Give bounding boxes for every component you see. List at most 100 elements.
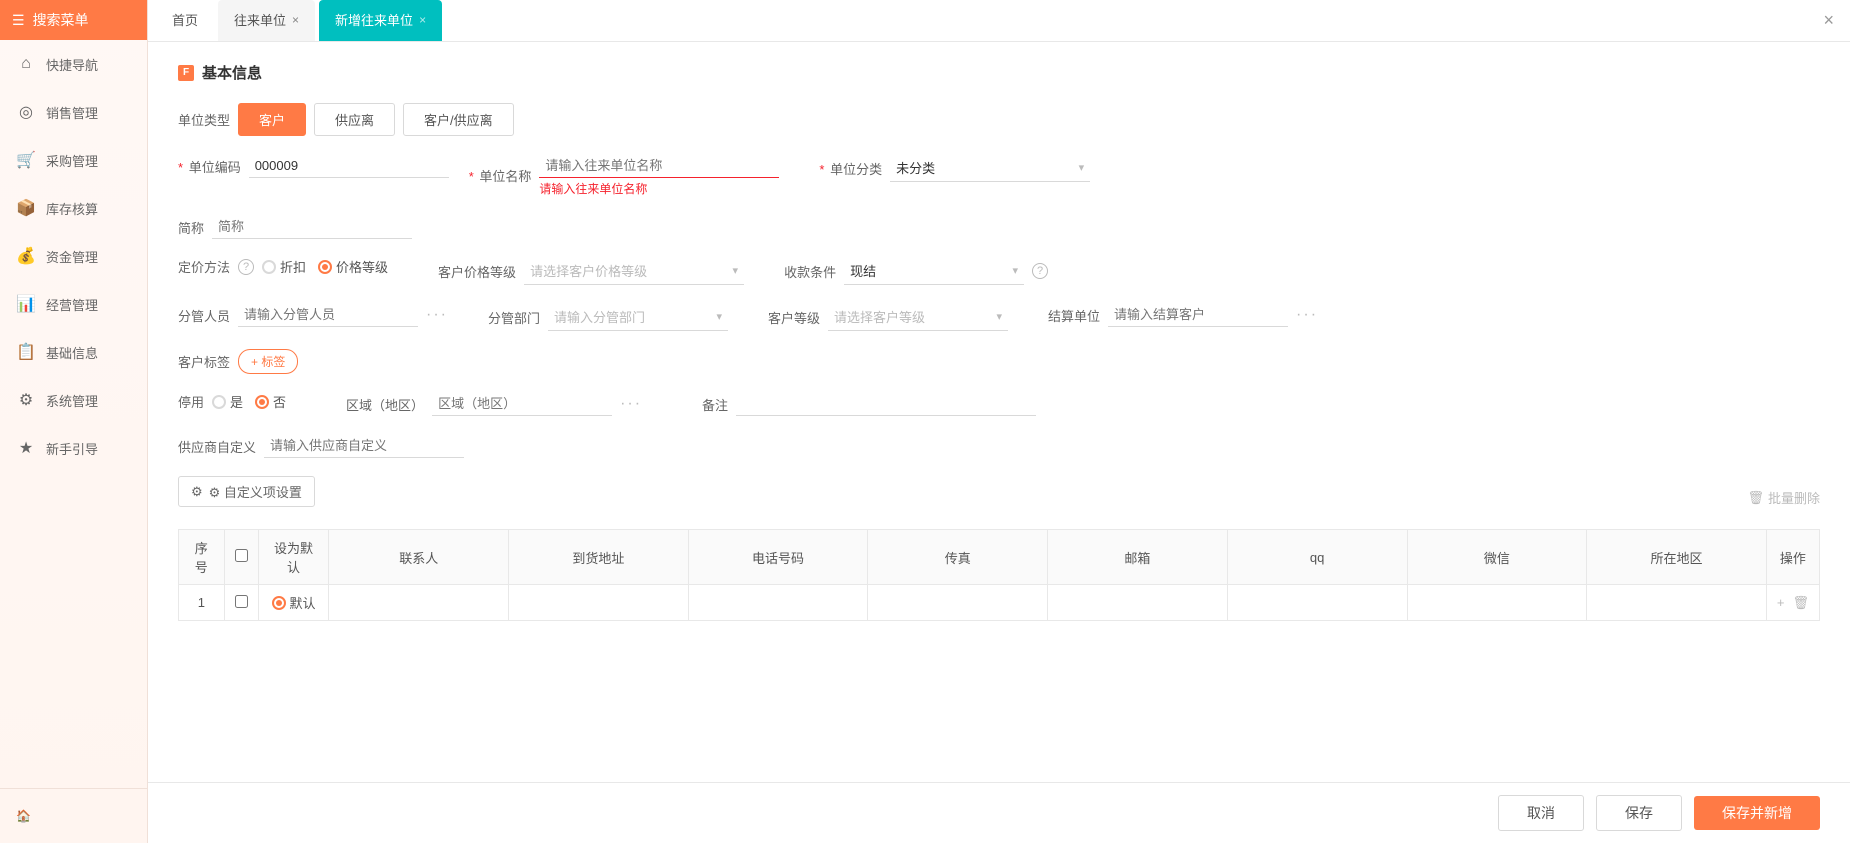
region-dots[interactable]: ··· [620,395,642,413]
settlement-unit-input[interactable] [1108,303,1288,327]
sidebar: ☰ 搜索菜单 ⌂ 快捷导航 ◎ 销售管理 🛒 采购管理 📦 库存核算 💰 资金管… [0,0,148,843]
batch-delete-button[interactable]: 🗑 批量删除 [1747,488,1820,507]
sidebar-item-finance[interactable]: 💰 资金管理 [0,232,147,280]
sidebar-item-inventory[interactable]: 📦 库存核算 [0,184,147,232]
supplier-custom-input[interactable] [264,434,464,458]
customer-tag-label: 客户标签 [178,352,230,371]
unit-code-input[interactable] [249,154,449,178]
payment-terms-help[interactable]: ? [1032,263,1048,279]
pricing-level-radio[interactable]: 价格等级 [318,257,388,276]
sidebar-item-label: 库存核算 [46,199,98,218]
search-menu[interactable]: ☰ 搜索菜单 [0,0,147,40]
col-wechat: 微信 [1407,530,1587,585]
disabled-field: 停用 是 否 [178,392,286,411]
address-input[interactable] [519,595,678,610]
select-all-checkbox[interactable] [235,549,248,562]
sidebar-item-sys-mgmt[interactable]: ⚙ 系统管理 [0,376,147,424]
region-field: 区域（地区） ··· [346,392,642,416]
sidebar-item-quick-nav[interactable]: ⌂ 快捷导航 [0,40,147,88]
sidebar-bottom-item-1[interactable]: 🏠 [0,799,147,833]
disabled-yes-radio[interactable]: 是 [212,392,243,411]
col-default: 设为默认 [258,530,329,585]
unit-code-field: * 单位编码 [178,154,449,178]
sidebar-item-purchase-mgmt[interactable]: 🛒 采购管理 [0,136,147,184]
purchase-icon: 🛒 [16,150,36,170]
short-name-input[interactable] [212,215,412,239]
save-new-button[interactable]: 保存并新增 [1694,796,1820,830]
settlement-unit-label: 结算单位 [1048,306,1100,325]
sidebar-item-new-guide[interactable]: ★ 新手引导 [0,424,147,472]
close-new-partner-tab[interactable]: × [419,13,426,27]
custom-settings-button[interactable]: ⚙ ⚙ 自定义项设置 [178,476,315,507]
customer-price-level-select[interactable]: 请选择客户价格等级 ▾ [524,257,744,285]
settlement-unit-field: 结算单位 ··· [1048,303,1318,327]
sidebar-item-label: 资金管理 [46,247,98,266]
pricing-discount-radio[interactable]: 折扣 [262,257,306,276]
row-checkbox[interactable] [235,595,248,608]
col-contact: 联系人 [329,530,509,585]
department-select[interactable]: 请输入分管部门 ▾ [548,303,728,331]
footer: 取消 保存 保存并新增 [148,782,1850,843]
row-actions: + 🗑 [1777,595,1809,611]
payment-terms-select[interactable]: 现结 ▾ [844,257,1024,285]
sidebar-bottom: 🏠 [0,788,147,843]
phone-input[interactable] [699,595,858,610]
content-area: F 基本信息 单位类型 客户 供应离 客户/供应离 * 单位编码 * [148,42,1850,782]
short-name-label: 简称 [178,218,204,237]
close-partners-tab[interactable]: × [292,13,299,27]
table-region-input[interactable] [1597,595,1756,610]
col-checkbox [224,530,258,585]
disabled-no-radio[interactable]: 否 [255,392,286,411]
customer-price-level-arrow: ▾ [733,264,739,277]
sys-icon: ⚙ [16,390,36,410]
pricing-method-label: 定价方法 [178,257,230,276]
sidebar-item-sales-mgmt[interactable]: ◎ 销售管理 [0,88,147,136]
cell-action: + 🗑 [1766,585,1819,621]
unit-type-label: 单位类型 [178,110,230,129]
col-email: 邮箱 [1048,530,1228,585]
customer-level-select[interactable]: 请选择客户等级 ▾ [828,303,1008,331]
form-row-7: 供应商自定义 [178,434,1820,458]
tab-home[interactable]: 首页 [156,0,214,41]
section-title: 基本信息 [202,62,262,83]
cancel-button[interactable]: 取消 [1498,795,1584,831]
tabbar-close-btn[interactable]: × [1815,0,1842,41]
manager-input[interactable] [238,303,418,327]
pricing-method-help[interactable]: ? [238,259,254,275]
email-input[interactable] [1058,595,1217,610]
tab-new-partner[interactable]: 新增往来单位 × [319,0,442,41]
settlement-unit-dots[interactable]: ··· [1296,306,1318,324]
unit-category-select[interactable]: 未分类 ▾ [890,154,1090,182]
home-icon: 🏠 [16,809,31,823]
unit-name-input[interactable] [539,154,779,178]
unit-btn-both[interactable]: 客户/供应离 [403,103,514,136]
add-tag-button[interactable]: + 标签 [238,349,298,374]
contact-input[interactable] [339,595,498,610]
delete-row-icon[interactable]: 🗑 [1792,595,1809,611]
supplier-custom-field: 供应商自定义 [178,434,464,458]
unit-name-label: * 单位名称 [469,166,532,185]
cell-wechat [1407,585,1587,621]
finance-icon: 💰 [16,246,36,266]
tab-partners[interactable]: 往来单位 × [218,0,315,41]
save-button[interactable]: 保存 [1596,795,1682,831]
unit-btn-supplier[interactable]: 供应离 [314,103,395,136]
wechat-input[interactable] [1418,595,1577,610]
pricing-method-field: 定价方法 ? 折扣 价格等级 [178,257,388,276]
sidebar-item-basic-info[interactable]: 📋 基础信息 [0,328,147,376]
customer-level-arrow: ▾ [997,310,1003,323]
qq-input[interactable] [1238,595,1397,610]
add-row-icon[interactable]: + [1777,595,1785,610]
region-input[interactable] [432,392,612,416]
fax-input[interactable] [878,595,1037,610]
remark-input[interactable] [736,392,1036,416]
sidebar-item-operations[interactable]: 📊 经营管理 [0,280,147,328]
unit-code-label: * 单位编码 [178,157,241,176]
unit-btn-customer[interactable]: 客户 [238,103,306,136]
customer-price-level-field: 客户价格等级 请选择客户价格等级 ▾ [438,257,744,285]
table-row: 1 默认 [179,585,1820,621]
quick-nav-icon: ⌂ [16,54,36,74]
search-icon: ☰ [12,12,25,29]
manager-dots[interactable]: ··· [426,306,448,324]
default-radio[interactable]: 默认 [269,593,319,612]
